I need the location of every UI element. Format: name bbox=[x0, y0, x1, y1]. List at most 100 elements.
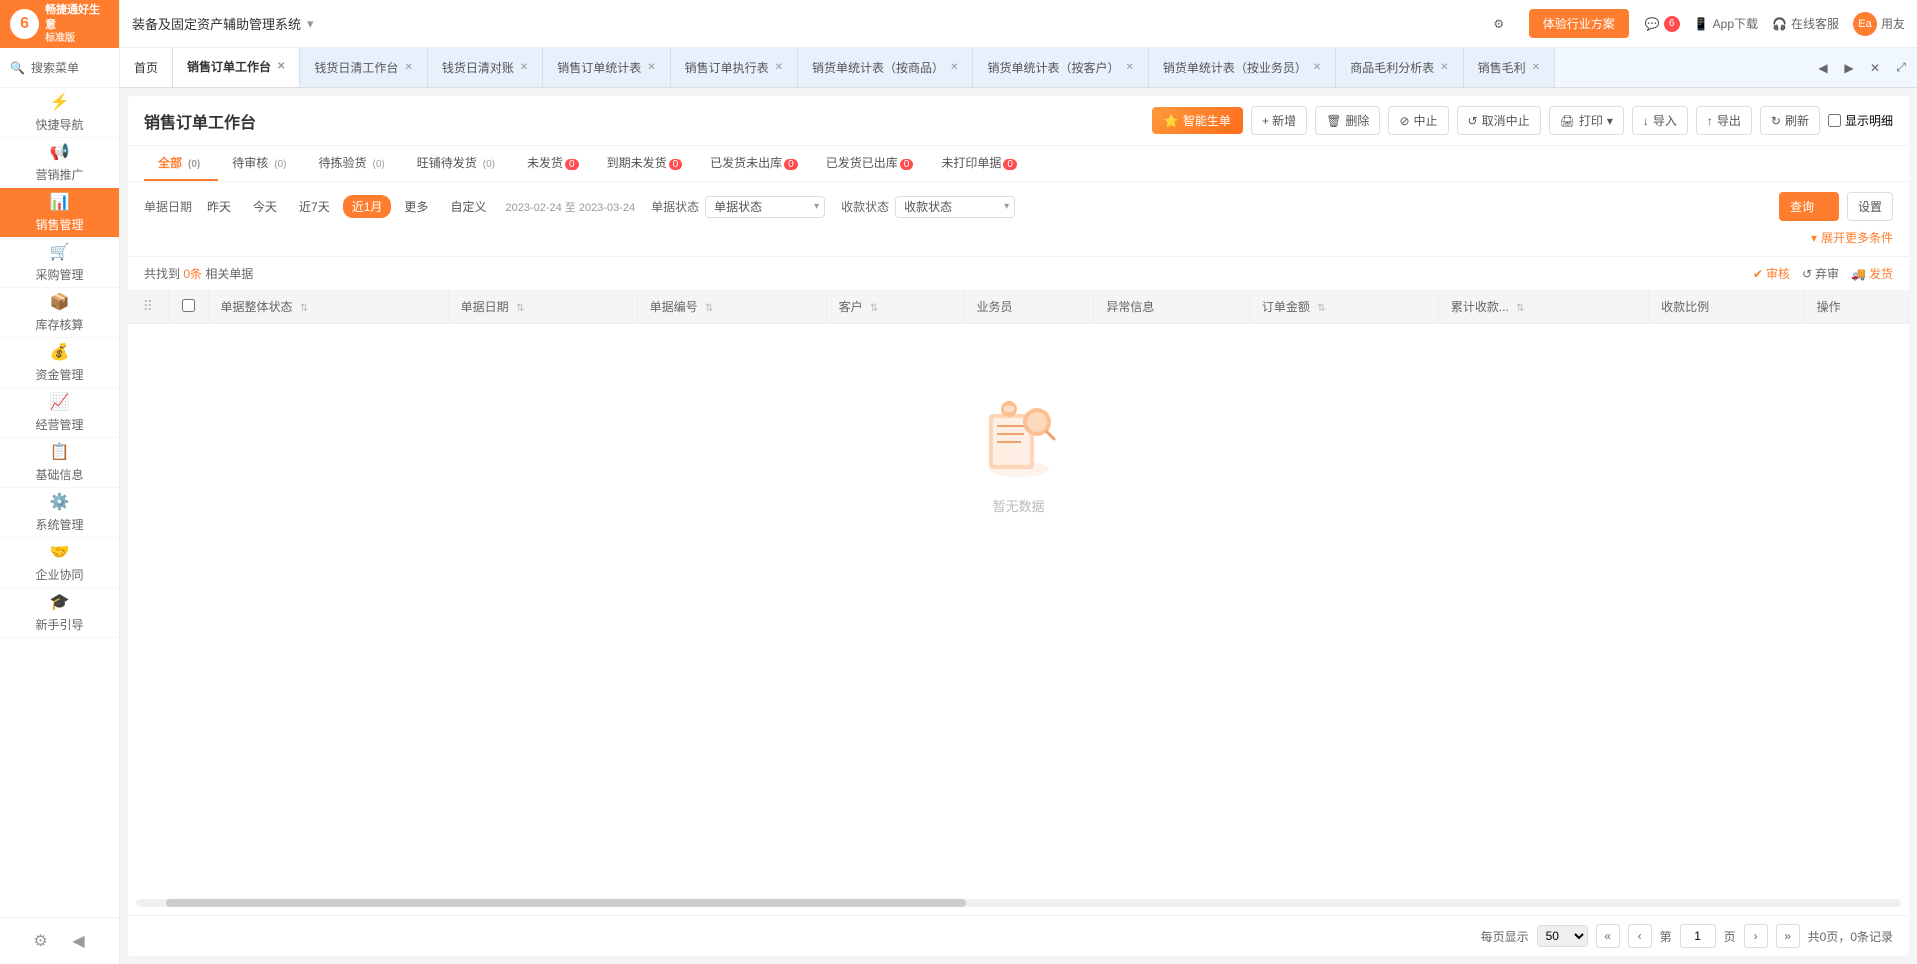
sidebar-item-system[interactable]: ⚙️ 系统管理 bbox=[0, 488, 119, 538]
revoke-action-btn[interactable]: ↺ 弃审 bbox=[1802, 265, 1839, 282]
tab-close-cash-daily[interactable]: ✕ bbox=[404, 62, 412, 73]
tab-close-all-btn[interactable]: ✕ bbox=[1863, 56, 1887, 80]
sidebar-item-quick-nav[interactable]: ⚡ 快捷导航 bbox=[0, 88, 119, 138]
sidebar-item-basic-info[interactable]: 📋 基础信息 bbox=[0, 438, 119, 488]
tab-scroll-right-btn[interactable]: ▶ bbox=[1837, 56, 1861, 80]
tab-close-sales-stat-staff[interactable]: ✕ bbox=[1313, 62, 1321, 73]
select-all-checkbox[interactable] bbox=[182, 299, 195, 312]
tab-sales-stat-staff[interactable]: 销货单统计表（按业务员） ✕ bbox=[1149, 48, 1336, 88]
tab-close-gross-profit[interactable]: ✕ bbox=[1440, 62, 1448, 73]
sidebar-item-operations[interactable]: 📈 经营管理 bbox=[0, 388, 119, 438]
date-btn-today[interactable]: 今天 bbox=[244, 195, 286, 218]
sidebar-item-sales[interactable]: 📊 销售管理 bbox=[0, 188, 119, 238]
online-service-btn[interactable]: 🎧 在线客服 bbox=[1772, 15, 1839, 32]
table-scrollbar[interactable] bbox=[136, 899, 1901, 907]
tab-cash-daily[interactable]: 钱货日清工作台 ✕ bbox=[300, 48, 427, 88]
print-btn[interactable]: 🖨 打印 ▾ bbox=[1549, 106, 1624, 135]
tab-fullscreen-btn[interactable]: ⤢ bbox=[1889, 56, 1913, 80]
prev-page-btn[interactable]: ‹ bbox=[1628, 924, 1652, 948]
refresh-icon: ↻ bbox=[1771, 114, 1781, 128]
app-download-btn[interactable]: 📱 App下载 bbox=[1694, 15, 1758, 32]
date-btn-more[interactable]: 更多 bbox=[395, 195, 437, 218]
tab-close-sales-profit[interactable]: ✕ bbox=[1532, 62, 1540, 73]
header-settings-btn[interactable]: ⚙ bbox=[1485, 10, 1513, 38]
search-menu-item[interactable]: 🔍 搜索菜单 bbox=[0, 48, 119, 88]
th-date[interactable]: 单据日期 ⇅ bbox=[448, 290, 637, 324]
sub-tab-pending-inspection[interactable]: 待拣验货(0) bbox=[305, 146, 403, 181]
refresh-btn[interactable]: ↻ 刷新 bbox=[1760, 106, 1820, 135]
sub-tab-not-shipped[interactable]: 未发货0 bbox=[513, 146, 593, 181]
sidebar-collapse-btn[interactable]: ◀ bbox=[64, 926, 94, 956]
delete-btn[interactable]: 🗑 删除 bbox=[1315, 106, 1380, 135]
expand-filter-btn[interactable]: ▾ 展开更多条件 bbox=[1811, 229, 1893, 246]
th-customer[interactable]: 客户 ⇅ bbox=[826, 290, 964, 324]
sub-tab-not-printed[interactable]: 未打印单据0 bbox=[927, 146, 1031, 181]
tab-sales-stat-product[interactable]: 销货单统计表（按商品） ✕ bbox=[798, 48, 973, 88]
tab-close-sales-stat-product[interactable]: ✕ bbox=[950, 62, 958, 73]
sub-tab-wangpu[interactable]: 旺铺待发货(0) bbox=[403, 146, 513, 181]
tab-sales-workbench[interactable]: 销售订单工作台 ✕ bbox=[173, 48, 300, 88]
sidebar-item-marketing[interactable]: 📢 营销推广 bbox=[0, 138, 119, 188]
sub-tab-shipped-not-out[interactable]: 已发货未出库0 bbox=[696, 146, 812, 181]
sidebar-settings-btn[interactable]: ⚙ bbox=[26, 926, 56, 956]
th-number[interactable]: 单据编号 ⇅ bbox=[637, 290, 826, 324]
cancel-suspend-btn[interactable]: ↺ 取消中止 bbox=[1457, 106, 1541, 135]
sidebar-item-inventory[interactable]: 📦 库存核算 bbox=[0, 288, 119, 338]
th-amount[interactable]: 订单金额 ⇅ bbox=[1249, 290, 1438, 324]
sub-tab-shipped-out[interactable]: 已发货已出库0 bbox=[812, 146, 928, 181]
date-btn-custom[interactable]: 自定义 bbox=[441, 195, 495, 218]
tab-scroll-left-btn[interactable]: ◀ bbox=[1811, 56, 1835, 80]
show-detail-toggle[interactable]: 显示明细 bbox=[1828, 112, 1893, 129]
tab-close-sales-stat-customer[interactable]: ✕ bbox=[1125, 62, 1133, 73]
payment-select[interactable]: 收款状态 bbox=[895, 196, 1015, 218]
last-page-btn[interactable]: » bbox=[1776, 924, 1800, 948]
status-select[interactable]: 单据状态 bbox=[705, 196, 825, 218]
tab-sales-profit[interactable]: 销售毛利 ✕ bbox=[1464, 48, 1555, 88]
tab-close-sales-exec[interactable]: ✕ bbox=[775, 62, 783, 73]
tab-close-sales-stat[interactable]: ✕ bbox=[647, 62, 655, 73]
tab-sales-stat-customer[interactable]: 销货单统计表（按客户） ✕ bbox=[973, 48, 1148, 88]
industry-btn[interactable]: 体验行业方案 bbox=[1529, 9, 1629, 38]
th-status[interactable]: 单据整体状态 ⇅ bbox=[208, 290, 448, 324]
sub-tab-all[interactable]: 全部(0) bbox=[144, 146, 218, 181]
query-btn[interactable]: 查询 bbox=[1779, 192, 1839, 221]
tab-close-sales-workbench[interactable]: ✕ bbox=[277, 61, 285, 72]
page-input[interactable] bbox=[1680, 924, 1716, 948]
suspend-btn[interactable]: ⊘ 中止 bbox=[1388, 106, 1448, 135]
audit-action-btn[interactable]: ✔ 审核 bbox=[1753, 265, 1790, 282]
import-btn[interactable]: ↓ 导入 bbox=[1632, 106, 1688, 135]
sidebar-item-purchase[interactable]: 🛒 采购管理 bbox=[0, 238, 119, 288]
date-btn-1month[interactable]: 近1月 bbox=[343, 195, 392, 218]
first-page-btn[interactable]: « bbox=[1596, 924, 1620, 948]
tab-sales-stat[interactable]: 销售订单统计表 ✕ bbox=[543, 48, 670, 88]
title-dropdown-icon[interactable]: ▾ bbox=[307, 16, 314, 32]
scrollbar-thumb[interactable] bbox=[166, 899, 966, 907]
sub-tab-expired-not-shipped[interactable]: 到期未发货0 bbox=[593, 146, 697, 181]
date-btn-yesterday[interactable]: 昨天 bbox=[198, 195, 240, 218]
sidebar-item-guide[interactable]: 🎓 新手引导 bbox=[0, 588, 119, 638]
tab-cash-reconcile[interactable]: 钱货日清对账 ✕ bbox=[428, 48, 543, 88]
th-exception[interactable]: 异常信息 bbox=[1094, 290, 1249, 324]
date-btn-7days[interactable]: 近7天 bbox=[290, 195, 339, 218]
tab-sales-exec[interactable]: 销售订单执行表 ✕ bbox=[671, 48, 798, 88]
ship-action-btn[interactable]: 🚚 发货 bbox=[1851, 265, 1893, 282]
export-btn[interactable]: ↑ 导出 bbox=[1696, 106, 1752, 135]
message-btn[interactable]: 💬 6 bbox=[1645, 16, 1680, 32]
add-btn[interactable]: + 新增 bbox=[1251, 106, 1307, 135]
sub-tab-pending-review[interactable]: 待审核(0) bbox=[218, 146, 304, 181]
next-page-btn[interactable]: › bbox=[1744, 924, 1768, 948]
th-salesperson[interactable]: 业务员 bbox=[964, 290, 1094, 324]
ai-smart-btn[interactable]: ⭐ 智能生单 bbox=[1152, 107, 1243, 134]
user-menu-btn[interactable]: Ea 用友 bbox=[1853, 12, 1905, 36]
sidebar-item-finance[interactable]: 💰 资金管理 bbox=[0, 338, 119, 388]
per-page-select[interactable]: 50 10 20 100 bbox=[1537, 925, 1588, 947]
filter-settings-btn[interactable]: 设置 bbox=[1847, 192, 1893, 221]
sidebar-item-enterprise[interactable]: 🤝 企业协同 bbox=[0, 538, 119, 588]
show-detail-checkbox[interactable] bbox=[1828, 114, 1841, 127]
th-received[interactable]: 累计收款... ⇅ bbox=[1438, 290, 1648, 324]
tab-home[interactable]: 首页 bbox=[120, 48, 173, 88]
tab-gross-profit[interactable]: 商品毛利分析表 ✕ bbox=[1336, 48, 1463, 88]
tab-close-cash-reconcile[interactable]: ✕ bbox=[520, 62, 528, 73]
th-checkbox[interactable] bbox=[168, 290, 208, 324]
th-ratio[interactable]: 收款比例 bbox=[1649, 290, 1804, 324]
